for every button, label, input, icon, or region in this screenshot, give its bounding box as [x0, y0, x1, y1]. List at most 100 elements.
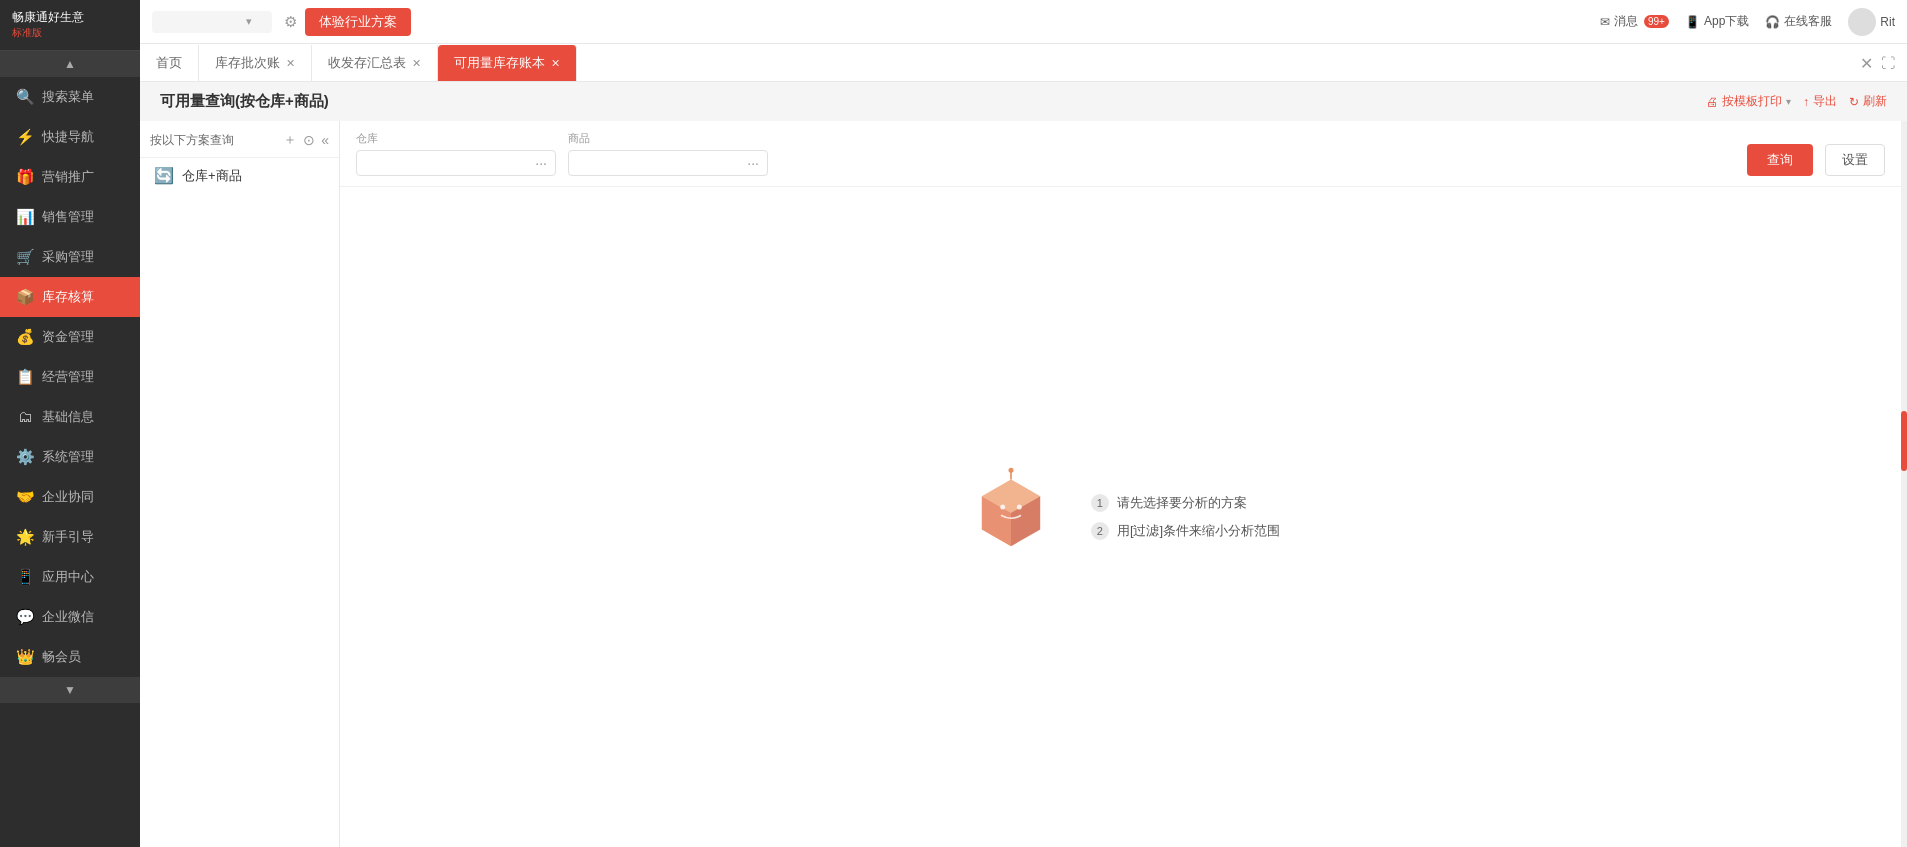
brand-name: 畅康通好生意 [12, 10, 84, 26]
warehouse-input[interactable] [365, 156, 531, 170]
sidebar-item-label: 资金管理 [42, 328, 94, 346]
close-icon[interactable]: ✕ [286, 57, 295, 70]
chevron-down-icon[interactable]: ▾ [246, 15, 252, 28]
sidebar-item-sales[interactable]: 📊 销售管理 [0, 197, 140, 237]
user-name: Rit [1880, 15, 1895, 29]
topbar-search-input[interactable] [162, 15, 242, 29]
warehouse-more-icon[interactable]: ··· [535, 155, 547, 171]
download-icon: 📱 [1685, 15, 1700, 29]
avatar [1848, 8, 1876, 36]
sidebar-item-enterprise[interactable]: 🤝 企业协同 [0, 477, 140, 517]
tab-inout-label: 收发存汇总表 [328, 54, 406, 72]
topbar-right: ✉ 消息 99+ 📱 App下载 🎧 在线客服 Rit [1600, 8, 1895, 36]
sidebar-item-guide[interactable]: 🌟 新手引导 [0, 517, 140, 557]
scheme-warehouse-product[interactable]: 🔄 仓库+商品 [140, 158, 339, 193]
sidebar-item-search[interactable]: 🔍 搜索菜单 [0, 77, 140, 117]
product-input-wrap: ··· [568, 150, 768, 176]
box-icon: 📦 [16, 288, 34, 306]
hint-item-1: 1 请先选择要分析的方案 [1091, 494, 1280, 512]
sidebar-item-inventory[interactable]: 📦 库存核算 [0, 277, 140, 317]
money-icon: 💰 [16, 328, 34, 346]
sidebar-item-shortcut[interactable]: ⚡ 快捷导航 [0, 117, 140, 157]
scroll-down-btn[interactable]: ▼ [0, 677, 140, 703]
product-input[interactable] [577, 156, 743, 170]
right-panel: 仓库 ··· 商品 ··· 查询 设置 [340, 121, 1901, 847]
mobile-icon: 📱 [16, 568, 34, 586]
chart-icon: 📊 [16, 208, 34, 226]
left-panel-title: 按以下方案查询 [150, 132, 234, 149]
sidebar-item-basic[interactable]: 🗂 基础信息 [0, 397, 140, 437]
message-group[interactable]: ✉ 消息 99+ [1600, 13, 1669, 30]
settings-icon[interactable]: ⚙ [284, 13, 297, 31]
app-download-label: App下载 [1704, 13, 1749, 30]
user-avatar-group[interactable]: Rit [1848, 8, 1895, 36]
message-badge: 99+ [1644, 15, 1669, 28]
sidebar-item-members[interactable]: 👑 畅会员 [0, 637, 140, 677]
tab-inout-summary[interactable]: 收发存汇总表 ✕ [312, 45, 438, 81]
collapse-panel-button[interactable]: « [321, 131, 329, 149]
sidebar-item-operation[interactable]: 📋 经营管理 [0, 357, 140, 397]
topbar-search-area[interactable]: ▾ [152, 11, 272, 33]
tab-batch-account[interactable]: 库存批次账 ✕ [199, 45, 312, 81]
service-label: 在线客服 [1784, 13, 1832, 30]
tabs-close-button[interactable]: ✕ [1860, 54, 1873, 73]
tab-home[interactable]: 首页 [140, 45, 199, 81]
export-button[interactable]: ↑ 导出 [1803, 93, 1837, 110]
right-scrollbar[interactable] [1901, 121, 1907, 847]
settings-button[interactable]: 设置 [1825, 144, 1885, 176]
export-label: 导出 [1813, 93, 1837, 110]
gift-icon: 🎁 [16, 168, 34, 186]
warehouse-filter-field: 仓库 ··· [356, 131, 556, 176]
sidebar-item-label: 基础信息 [42, 408, 94, 426]
sidebar-item-label: 经营管理 [42, 368, 94, 386]
tabs-right-actions: ✕ ⛶ [1848, 44, 1907, 82]
left-panel: 按以下方案查询 ＋ ⊙ « 🔄 仓库+商品 [140, 121, 340, 847]
empty-state: 1 请先选择要分析的方案 2 用[过滤]条件来缩小分析范围 [340, 187, 1901, 847]
cart-icon: 🛒 [16, 248, 34, 266]
sidebar-item-system[interactable]: ⚙️ 系统管理 [0, 437, 140, 477]
scrollbar-thumb [1901, 411, 1907, 471]
scroll-up-btn[interactable]: ▲ [0, 51, 140, 77]
search-icon: 🔍 [16, 88, 34, 106]
online-service-group[interactable]: 🎧 在线客服 [1765, 13, 1832, 30]
app-download-group[interactable]: 📱 App下载 [1685, 13, 1749, 30]
sidebar-item-label: 快捷导航 [42, 128, 94, 146]
sidebar-item-app[interactable]: 📱 应用中心 [0, 557, 140, 597]
tab-available-label: 可用量库存账本 [454, 54, 545, 72]
warehouse-label: 仓库 [356, 131, 556, 146]
svg-point-7 [1008, 468, 1013, 473]
query-button[interactable]: 查询 [1747, 144, 1813, 176]
product-label: 商品 [568, 131, 768, 146]
content-area: 按以下方案查询 ＋ ⊙ « 🔄 仓库+商品 仓库 ··· [140, 121, 1907, 847]
refresh-button[interactable]: ↻ 刷新 [1849, 93, 1887, 110]
trial-button[interactable]: 体验行业方案 [305, 8, 411, 36]
sidebar-item-marketing[interactable]: 🎁 营销推广 [0, 157, 140, 197]
sidebar-item-wechat[interactable]: 💬 企业微信 [0, 597, 140, 637]
sidebar-item-purchase[interactable]: 🛒 采购管理 [0, 237, 140, 277]
gear-icon: ⚙️ [16, 448, 34, 466]
config-scheme-button[interactable]: ⊙ [303, 131, 315, 149]
tabs-expand-icon[interactable]: ⛶ [1881, 55, 1895, 71]
lightning-icon: ⚡ [16, 128, 34, 146]
sidebar-item-label: 营销推广 [42, 168, 94, 186]
sidebar: 畅康通好生意 标准版 ▲ 🔍 搜索菜单 ⚡ 快捷导航 🎁 营销推广 📊 销售管理… [0, 0, 140, 847]
add-scheme-button[interactable]: ＋ [283, 131, 297, 149]
handshake-icon: 🤝 [16, 488, 34, 506]
sidebar-nav: ▲ 🔍 搜索菜单 ⚡ 快捷导航 🎁 营销推广 📊 销售管理 🛒 采购管理 📦 库… [0, 51, 140, 847]
product-more-icon[interactable]: ··· [747, 155, 759, 171]
sidebar-item-label: 搜索菜单 [42, 88, 94, 106]
close-icon[interactable]: ✕ [551, 57, 560, 70]
hint-text-2: 用[过滤]条件来缩小分析范围 [1117, 522, 1280, 540]
hint-text-1: 请先选择要分析的方案 [1117, 494, 1247, 512]
topbar: ▾ ⚙ 体验行业方案 ✉ 消息 99+ 📱 App下载 🎧 在线客服 Rit [140, 0, 1907, 44]
chevron-down-icon: ▾ [1786, 96, 1791, 107]
sidebar-item-label: 企业微信 [42, 608, 94, 626]
sidebar-item-label: 应用中心 [42, 568, 94, 586]
svg-point-4 [1000, 505, 1005, 510]
left-panel-icons: ＋ ⊙ « [283, 131, 329, 149]
print-button[interactable]: 🖨 按模板打印 ▾ [1706, 93, 1791, 110]
tab-available-stock[interactable]: 可用量库存账本 ✕ [438, 45, 577, 81]
close-icon[interactable]: ✕ [412, 57, 421, 70]
sidebar-item-finance[interactable]: 💰 资金管理 [0, 317, 140, 357]
brand-logo: 畅康通好生意 标准版 [12, 10, 84, 40]
